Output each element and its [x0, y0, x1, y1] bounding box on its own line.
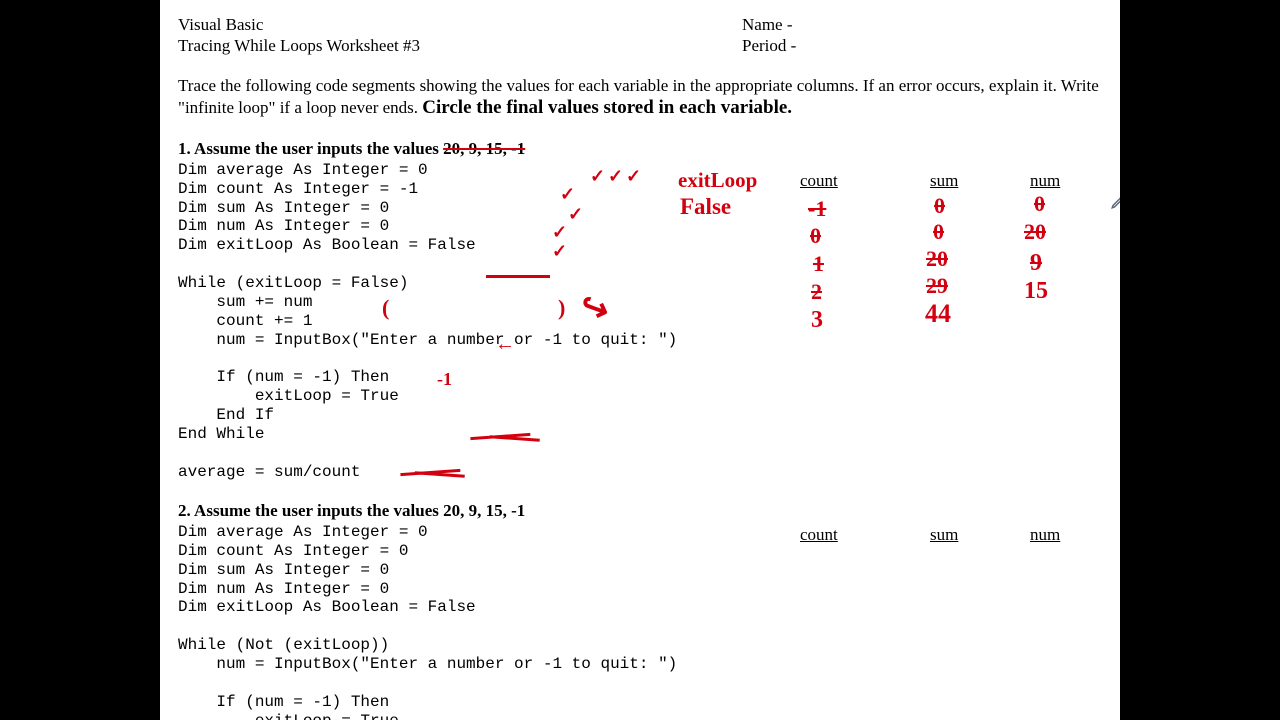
hw-exitloop-label: exitLoop: [678, 167, 757, 193]
hw-sum-4: 44: [925, 298, 951, 331]
question-1: 1. Assume the user inputs the values 20,…: [178, 138, 1102, 482]
question-2: 2. Assume the user inputs the values 20,…: [178, 500, 1102, 720]
q1-prompt-pre: 1. Assume the user inputs the values: [178, 139, 443, 158]
header-row: Visual Basic Tracing While Loops Workshe…: [178, 14, 1102, 57]
check-inputs-c: [626, 165, 641, 188]
q1-code: Dim average As Integer = 0 Dim count As …: [178, 161, 1102, 482]
hw-arrow-k: ←: [495, 332, 515, 357]
q1-prompt: 1. Assume the user inputs the values 20,…: [178, 139, 525, 158]
col-count-2: count: [800, 524, 838, 545]
hw-sum-2: 20: [926, 245, 948, 273]
worksheet-page: Visual Basic Tracing While Loops Workshe…: [160, 0, 1120, 720]
col-sum-1: sum: [930, 170, 958, 191]
hw-count-0: -1: [808, 195, 826, 223]
check-2: [568, 203, 583, 226]
hw-sum-0: 0: [934, 192, 945, 220]
q2-code: Dim average As Integer = 0 Dim count As …: [178, 523, 1102, 720]
col-num-1: num: [1030, 170, 1060, 191]
hw-num-1: 20: [1024, 218, 1046, 246]
hw-count-4: 3: [811, 305, 823, 335]
check-4: [552, 240, 567, 263]
hw-count-1: 0: [810, 222, 821, 250]
instructions: Trace the following code segments showin…: [178, 75, 1102, 120]
hw-sum-1: 0: [933, 218, 944, 246]
col-num-2: num: [1030, 524, 1060, 545]
q1-input-values: 20, 9, 15, -1: [443, 139, 525, 158]
col-sum-2: sum: [930, 524, 958, 545]
check-inputs-b: [608, 165, 623, 188]
period-field: Period -: [742, 35, 1102, 56]
hw-count-3: 2: [811, 278, 822, 306]
underline-boolean: [486, 275, 550, 278]
q2-prompt: 2. Assume the user inputs the values 20,…: [178, 501, 525, 520]
hw-num-3: 15: [1024, 276, 1048, 306]
hw-rparen: ): [558, 294, 565, 322]
hw-lparen: (: [382, 294, 389, 322]
hw-num-2: 9: [1030, 248, 1042, 278]
hw-num-0: 0: [1034, 190, 1045, 218]
worksheet-title: Tracing While Loops Worksheet #3: [178, 35, 742, 56]
col-count-1: count: [800, 170, 838, 191]
hw-count-2: 1: [813, 250, 824, 278]
course-name: Visual Basic: [178, 14, 742, 35]
instructions-bold: Circle the final values stored in each v…: [422, 97, 792, 118]
name-field: Name -: [742, 14, 1102, 35]
pencil-icon: [1110, 192, 1120, 210]
check-inputs-a: [590, 165, 605, 188]
hw-sum-3: 29: [926, 272, 948, 300]
hw-minus1: -1: [437, 368, 452, 391]
hw-exitloop-value: False: [680, 193, 731, 222]
